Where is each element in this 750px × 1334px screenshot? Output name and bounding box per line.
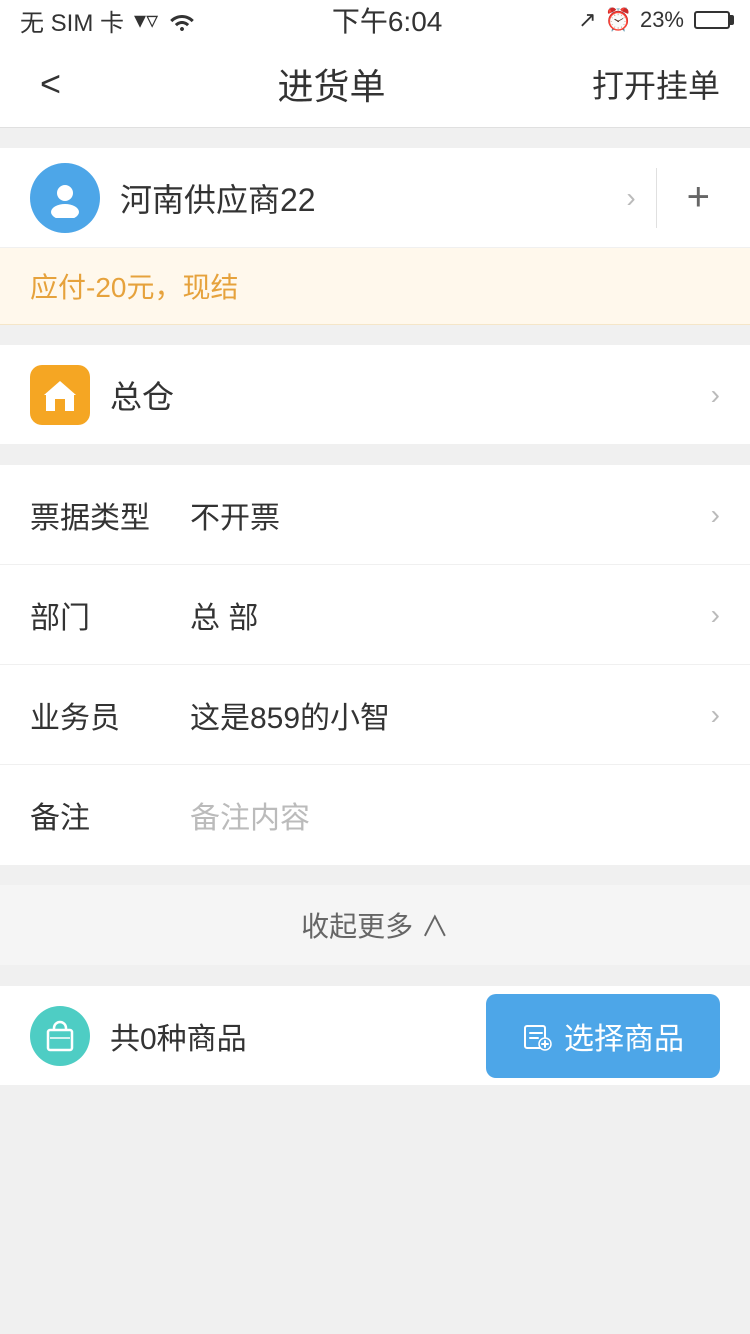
- salesman-row[interactable]: 业务员 这是859的小智 ›: [0, 665, 750, 765]
- select-goods-label: 选择商品: [564, 1014, 684, 1058]
- collapse-label: 收起更多 ∧: [301, 905, 449, 945]
- bottom-bar: 共0种商品 选择商品: [0, 985, 750, 1085]
- department-label: 部门: [30, 593, 170, 637]
- location-icon: ↗: [578, 7, 596, 33]
- carrier-text: 无 SIM 卡: [20, 3, 124, 38]
- supplier-divider: [656, 168, 657, 228]
- battery-icon: [694, 11, 730, 29]
- status-right: ↗ ⏰ 23%: [578, 7, 730, 33]
- department-chevron-icon: ›: [711, 599, 720, 631]
- salesman-value: 这是859的小智: [190, 693, 711, 737]
- goods-count-text: 共0种商品: [110, 1014, 486, 1058]
- warehouse-chevron-icon: ›: [711, 379, 720, 411]
- shopping-bag-icon: [42, 1018, 78, 1054]
- open-pending-button[interactable]: 打开挂单: [592, 61, 720, 107]
- nav-bar: < 进货单 打开挂单: [0, 40, 750, 128]
- supplier-avatar-icon: [45, 178, 85, 218]
- back-button[interactable]: <: [30, 53, 71, 115]
- supplier-name[interactable]: 河南供应商22: [120, 175, 616, 221]
- status-left: 无 SIM 卡 ▾▿: [20, 3, 196, 38]
- remark-value[interactable]: 备注内容: [190, 793, 720, 837]
- top-divider: [0, 128, 750, 148]
- supplier-avatar: [30, 163, 100, 233]
- page-title: 进货单: [278, 58, 386, 110]
- warehouse-icon: [30, 365, 90, 425]
- invoice-type-chevron-icon: ›: [711, 499, 720, 531]
- select-goods-button[interactable]: 选择商品: [486, 994, 720, 1078]
- invoice-type-row[interactable]: 票据类型 不开票 ›: [0, 465, 750, 565]
- invoice-type-value: 不开票: [190, 493, 711, 537]
- goods-icon: [30, 1006, 90, 1066]
- supplier-chevron-icon: ›: [626, 182, 635, 214]
- select-goods-icon: [522, 1021, 552, 1051]
- wifi-signal-icon: [168, 9, 196, 31]
- invoice-type-label: 票据类型: [30, 493, 170, 537]
- main-content: 河南供应商22 › + 应付-20元，现结 总仓 › 票据类型 不开票 › 部门: [0, 128, 750, 1334]
- department-row[interactable]: 部门 总 部 ›: [0, 565, 750, 665]
- remark-label: 备注: [30, 793, 170, 837]
- notice-text: 应付-20元，现结: [30, 272, 238, 303]
- remark-row[interactable]: 备注 备注内容: [0, 765, 750, 865]
- status-bar: 无 SIM 卡 ▾▿ 下午6:04 ↗ ⏰ 23%: [0, 0, 750, 40]
- supplier-section: 河南供应商22 › +: [0, 148, 750, 248]
- battery-percent: 23%: [640, 7, 684, 33]
- status-time: 下午6:04: [332, 0, 443, 40]
- warehouse-building-icon: [42, 377, 78, 413]
- salesman-label: 业务员: [30, 693, 170, 737]
- wifi-icon: ▾▿: [134, 6, 158, 35]
- notice-banner: 应付-20元，现结: [0, 248, 750, 325]
- department-value: 总 部: [190, 593, 711, 637]
- supplier-add-button[interactable]: +: [677, 165, 720, 230]
- warehouse-section[interactable]: 总仓 ›: [0, 345, 750, 445]
- collapse-row[interactable]: 收起更多 ∧: [0, 885, 750, 965]
- alarm-icon: ⏰: [605, 7, 632, 33]
- warehouse-name: 总仓: [110, 372, 701, 418]
- salesman-chevron-icon: ›: [711, 699, 720, 731]
- form-section: 票据类型 不开票 › 部门 总 部 › 业务员 这是859的小智 › 备注 备注…: [0, 465, 750, 865]
